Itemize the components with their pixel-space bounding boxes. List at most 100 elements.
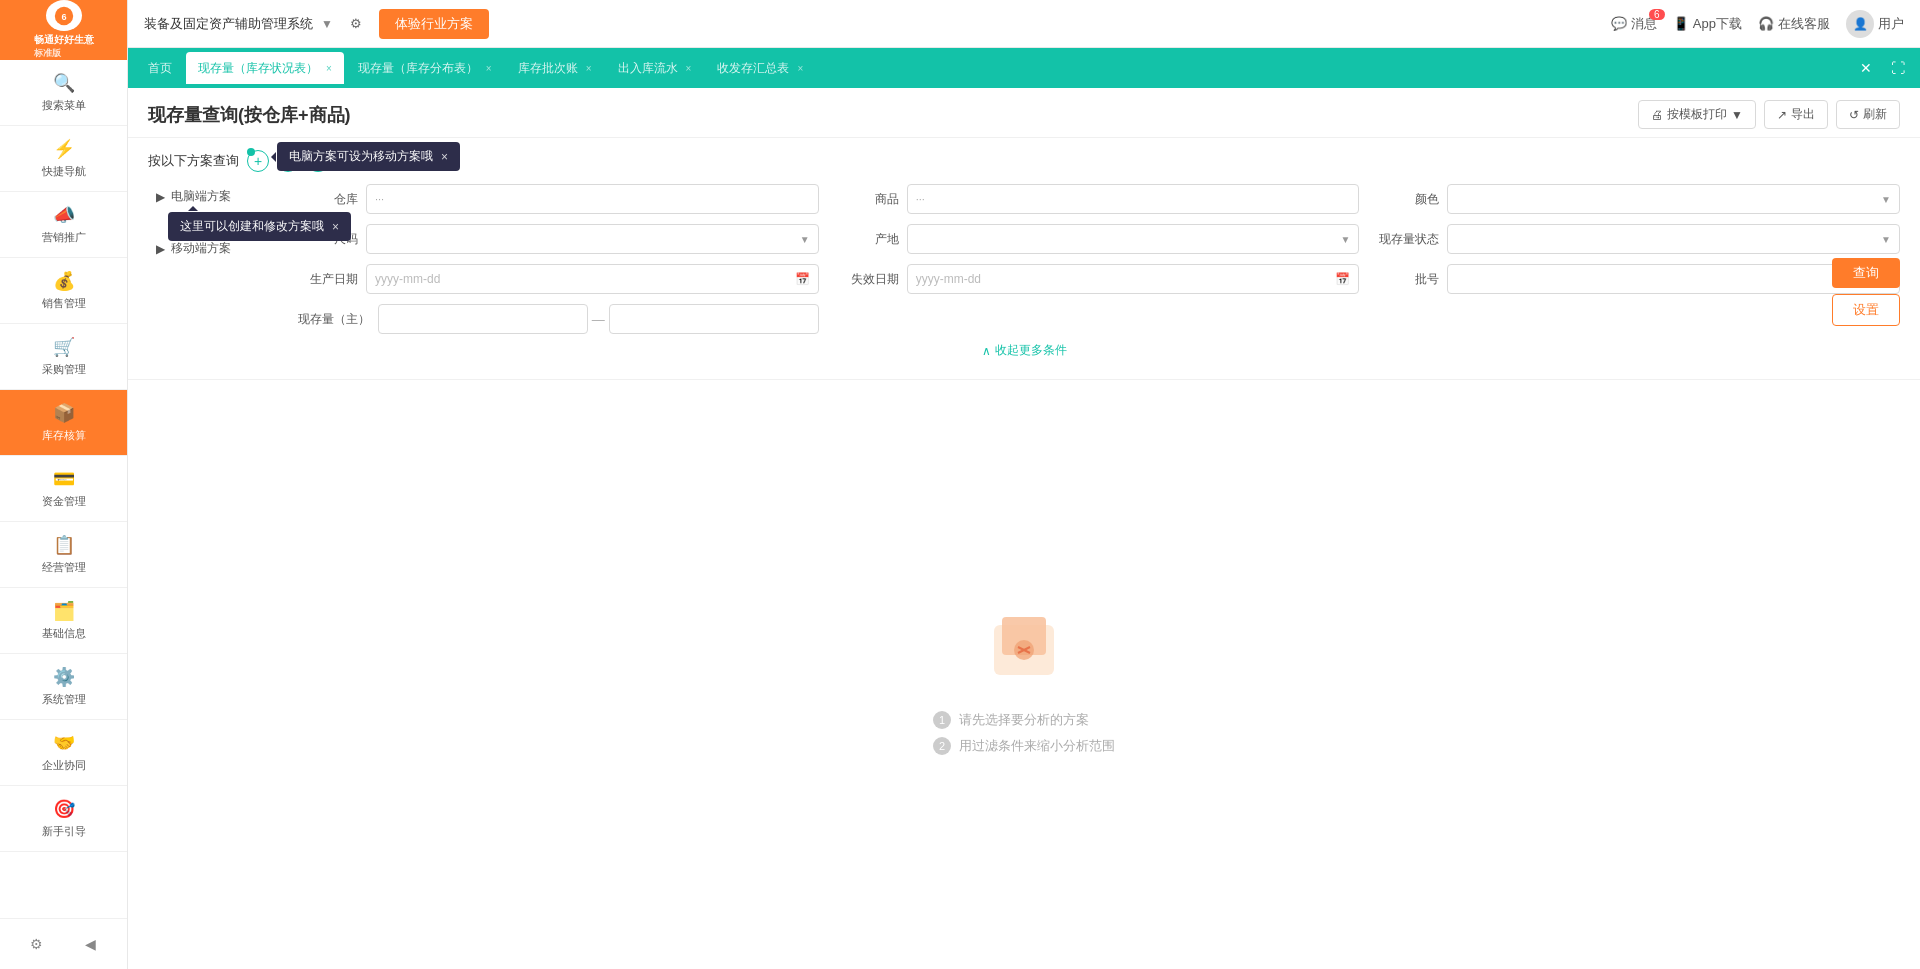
warehouse-select[interactable]: ··· [366,184,819,214]
sidebar-label-search: 搜索菜单 [42,98,86,113]
sidebar-item-marketing[interactable]: 📣 营销推广 [0,192,127,258]
tab-home[interactable]: 首页 [136,52,184,84]
scheme-label-pc: 电脑端方案 [171,188,231,205]
sidebar-item-quicknav[interactable]: ⚡ 快捷导航 [0,126,127,192]
sidebar-label-collab: 企业协同 [42,758,86,773]
sidebar-item-finance[interactable]: 💳 资金管理 [0,456,127,522]
tab-stock-dist[interactable]: 现存量（库存分布表） × [346,52,504,84]
sidebar-bottom: ⚙ ◀ [0,918,127,969]
color-select[interactable]: ▼ [1447,184,1900,214]
refresh-icon: ↺ [1849,108,1859,122]
user-menu-button[interactable]: 👤 用户 [1846,10,1904,38]
warehouse-label: 仓库 [298,191,358,208]
app-download-button[interactable]: 📱 App下载 [1673,15,1742,33]
settings-gear-button[interactable]: ⚙ [341,9,371,39]
tab-bar: 首页 现存量（库存状况表） × 现存量（库存分布表） × 库存批次账 × 出入库… [128,48,1920,88]
exp-date-field: 失效日期 yyyy-mm-dd 📅 [839,264,1360,294]
color-field: 颜色 ▼ [1379,184,1900,214]
exp-date-calendar-icon: 📅 [1335,272,1350,286]
print-icon: 🖨 [1651,108,1663,122]
tab-stock-dist-label: 现存量（库存分布表） [358,60,478,77]
sidebar-label-operations: 经营管理 [42,560,86,575]
system-dropdown-button[interactable]: ▼ [321,17,333,31]
guide-icon: 🎯 [53,798,75,820]
sidebar-item-purchase[interactable]: 🛒 采购管理 [0,324,127,390]
online-support-button[interactable]: 🎧 在线客服 [1758,15,1830,33]
refresh-button[interactable]: ↺ 刷新 [1836,100,1900,129]
tab-summary-label: 收发存汇总表 [717,60,789,77]
empty-icon [974,595,1074,695]
query-button[interactable]: 查询 [1832,258,1900,288]
system-icon: ⚙️ [53,666,75,688]
origin-select[interactable]: ▼ [907,224,1360,254]
user-avatar: 👤 [1846,10,1874,38]
stock-main-max-input[interactable] [609,304,819,334]
stock-status-select[interactable]: ▼ [1447,224,1900,254]
stock-main-range: — [378,304,819,334]
hint-num-1: 1 [933,711,951,729]
tab-stock-status-label: 现存量（库存状况表） [198,60,318,77]
goods-field: 商品 ··· [839,184,1360,214]
sidebar-label-purchase: 采购管理 [42,362,86,377]
scheme-panel: ▶ 电脑端方案 按周品 ▶ 移动端方案 [148,184,298,334]
tab-summary-close[interactable]: × [797,63,803,74]
content-area: 现存量查询(按仓库+商品) 🖨 按模板打印 ▼ ↗ 导出 ↺ 刷新 [128,88,1920,969]
sidebar-item-basic[interactable]: 🗂️ 基础信息 [0,588,127,654]
filter-row-1: 仓库 ··· 商品 ··· 颜色 [298,184,1900,214]
empty-hint-2: 2 用过滤条件来缩小分析范围 [933,737,1115,755]
tab-summary[interactable]: 收发存汇总表 × [705,52,815,84]
sidebar-item-collab[interactable]: 🤝 企业协同 [0,720,127,786]
inventory-icon: 📦 [53,402,75,424]
sidebar-item-system[interactable]: ⚙️ 系统管理 [0,654,127,720]
tab-fullscreen-button[interactable]: ⛶ [1884,54,1912,82]
settings-button[interactable]: ⚙ [22,929,52,959]
collapse-sidebar-button[interactable]: ◀ [75,929,105,959]
exp-date-input[interactable]: yyyy-mm-dd 📅 [907,264,1360,294]
tab-batch-close[interactable]: × [586,63,592,74]
print-dropdown-icon: ▼ [1731,108,1743,122]
scheme-item-pc[interactable]: ▶ 电脑端方案 [148,184,298,209]
message-button[interactable]: 💬 消息 6 [1611,15,1657,33]
sidebar-item-sales[interactable]: 💰 销售管理 [0,258,127,324]
size-select[interactable]: ▼ [366,224,819,254]
sidebar-item-inventory[interactable]: 📦 库存核算 [0,390,127,456]
tab-home-label: 首页 [148,60,172,77]
sidebar-item-guide[interactable]: 🎯 新手引导 [0,786,127,852]
tab-stock-status[interactable]: 现存量（库存状况表） × [186,52,344,84]
message-badge: 6 [1649,9,1665,20]
scheme-arrow-pc: ▶ [156,190,165,204]
create-scheme-tooltip: 这里可以创建和修改方案哦 × [168,212,351,241]
app-logo: 6 畅通好好生意 标准版 [0,0,127,60]
create-tooltip-close[interactable]: × [332,220,339,234]
add-scheme-tooltip: 电脑方案可设为移动方案哦 × [277,142,460,171]
tab-inout-flow-close[interactable]: × [686,63,692,74]
filter-header-label: 按以下方案查询 [148,152,239,170]
batch-field: 批号 [1379,264,1900,294]
add-tooltip-close[interactable]: × [441,150,448,164]
filter-header: 按以下方案查询 + 电脑方案可设为移动方案哦 × ✏ ← [148,150,1900,172]
tab-stock-status-close[interactable]: × [326,63,332,74]
print-template-button[interactable]: 🖨 按模板打印 ▼ [1638,100,1756,129]
collapse-filter-button[interactable]: ∧ 收起更多条件 [148,334,1900,367]
sidebar-item-operations[interactable]: 📋 经营管理 [0,522,127,588]
filter-fields: 仓库 ··· 商品 ··· 颜色 [298,184,1900,334]
tab-close-all-button[interactable]: ✕ [1852,54,1880,82]
prod-date-input[interactable]: yyyy-mm-dd 📅 [366,264,819,294]
size-field: 尺码 ▼ [298,224,819,254]
marketing-icon: 📣 [53,204,75,226]
stock-status-select-arrow: ▼ [1881,234,1891,245]
reset-button[interactable]: 设置 [1832,294,1900,326]
scheme-label-mobile: 移动端方案 [171,240,231,257]
stock-main-min-input[interactable] [378,304,588,334]
page-header: 现存量查询(按仓库+商品) 🖨 按模板打印 ▼ ↗ 导出 ↺ 刷新 [128,88,1920,138]
tab-inout-flow[interactable]: 出入库流水 × [606,52,704,84]
try-industry-button[interactable]: 体验行业方案 [379,9,489,39]
export-button[interactable]: ↗ 导出 [1764,100,1828,129]
filter-row-3: 生产日期 yyyy-mm-dd 📅 失效日期 yyyy-mm-dd 📅 [298,264,1900,294]
sidebar-item-search[interactable]: 🔍 搜索菜单 [0,60,127,126]
goods-select[interactable]: ··· [907,184,1360,214]
warehouse-dots: ··· [375,193,384,205]
sidebar-label-basic: 基础信息 [42,626,86,641]
tab-stock-dist-close[interactable]: × [486,63,492,74]
tab-batch[interactable]: 库存批次账 × [506,52,604,84]
